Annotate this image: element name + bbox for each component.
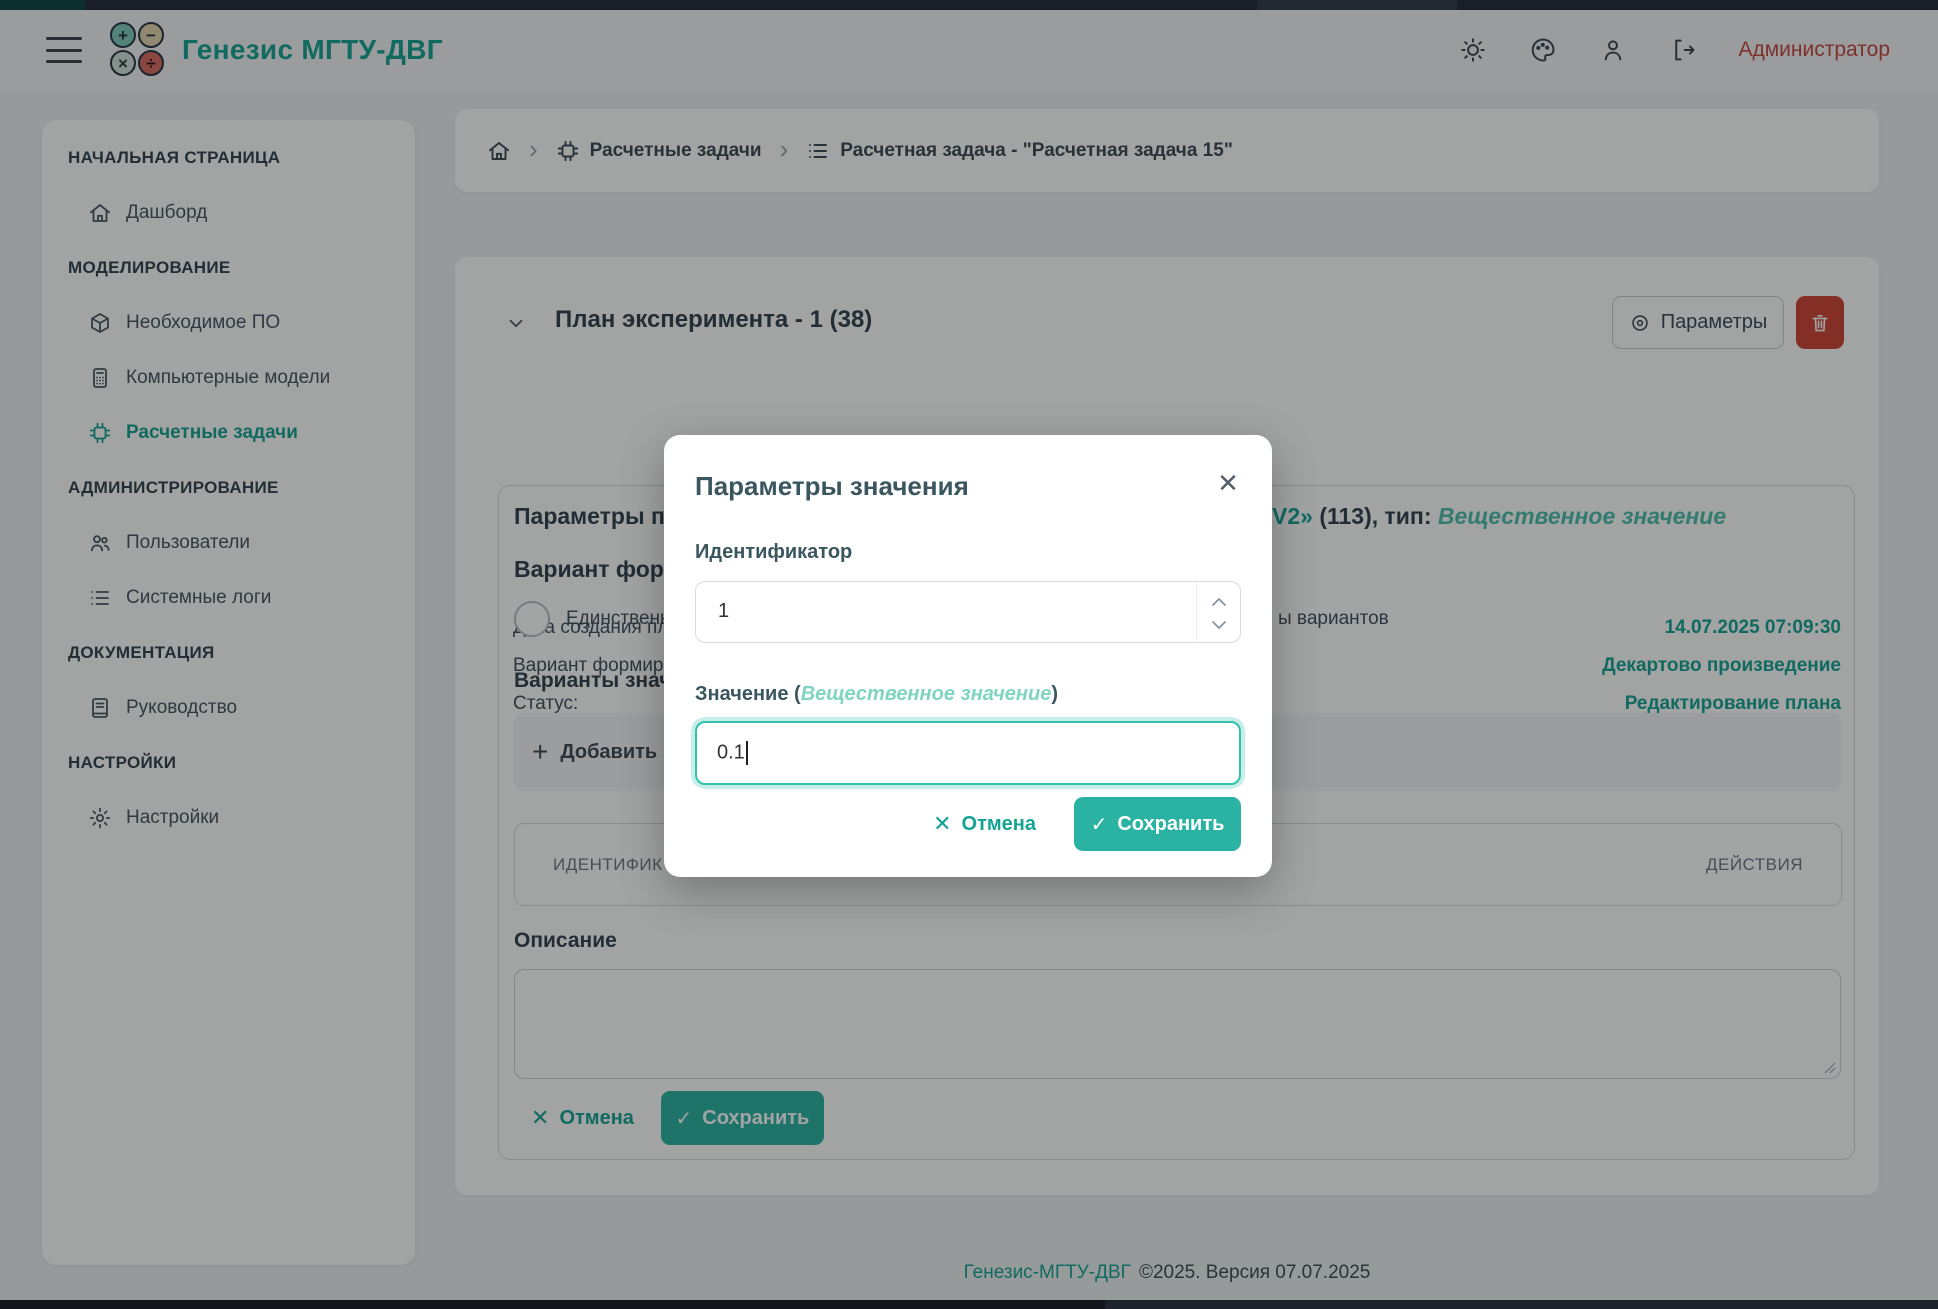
value-type-label: Вещественное значение (800, 683, 1052, 705)
number-spinners (1196, 582, 1240, 644)
value-text-input[interactable]: 0.1 (695, 721, 1241, 785)
identifier-label: Идентификатор (695, 541, 853, 563)
text-caret (745, 741, 748, 765)
modal-cancel-button[interactable]: ✕ Отмена (933, 811, 1036, 837)
value-label-prefix: Значение ( (695, 683, 801, 705)
modal-title: Параметры значения (695, 471, 969, 501)
modal-save-label: Сохранить (1117, 812, 1225, 835)
check-icon: ✓ (1090, 813, 1108, 836)
close-icon[interactable]: ✕ (1212, 467, 1244, 499)
value-label: Значение (Вещественное значение) (695, 683, 1058, 706)
modal-cancel-label: Отмена (961, 812, 1036, 835)
spinner-down-icon[interactable] (1210, 618, 1228, 632)
identifier-number-input[interactable]: 1 (695, 581, 1241, 644)
x-icon: ✕ (933, 811, 952, 836)
value-parameters-modal: Параметры значения ✕ Идентификатор 1 Зна… (664, 435, 1272, 877)
identifier-value: 1 (718, 600, 730, 622)
value-text: 0.1 (717, 741, 745, 764)
value-label-suffix: ) (1051, 683, 1059, 705)
modal-actions: ✕ Отмена ✓ Сохранить (695, 797, 1241, 851)
spinner-up-icon[interactable] (1210, 595, 1228, 609)
modal-save-button[interactable]: ✓ Сохранить (1074, 797, 1241, 851)
value-input-value: 0.1 (717, 741, 748, 765)
screen: + − × ÷ Генезис МГТУ-ДВГ Администратор НАЧА… (0, 0, 1938, 1309)
